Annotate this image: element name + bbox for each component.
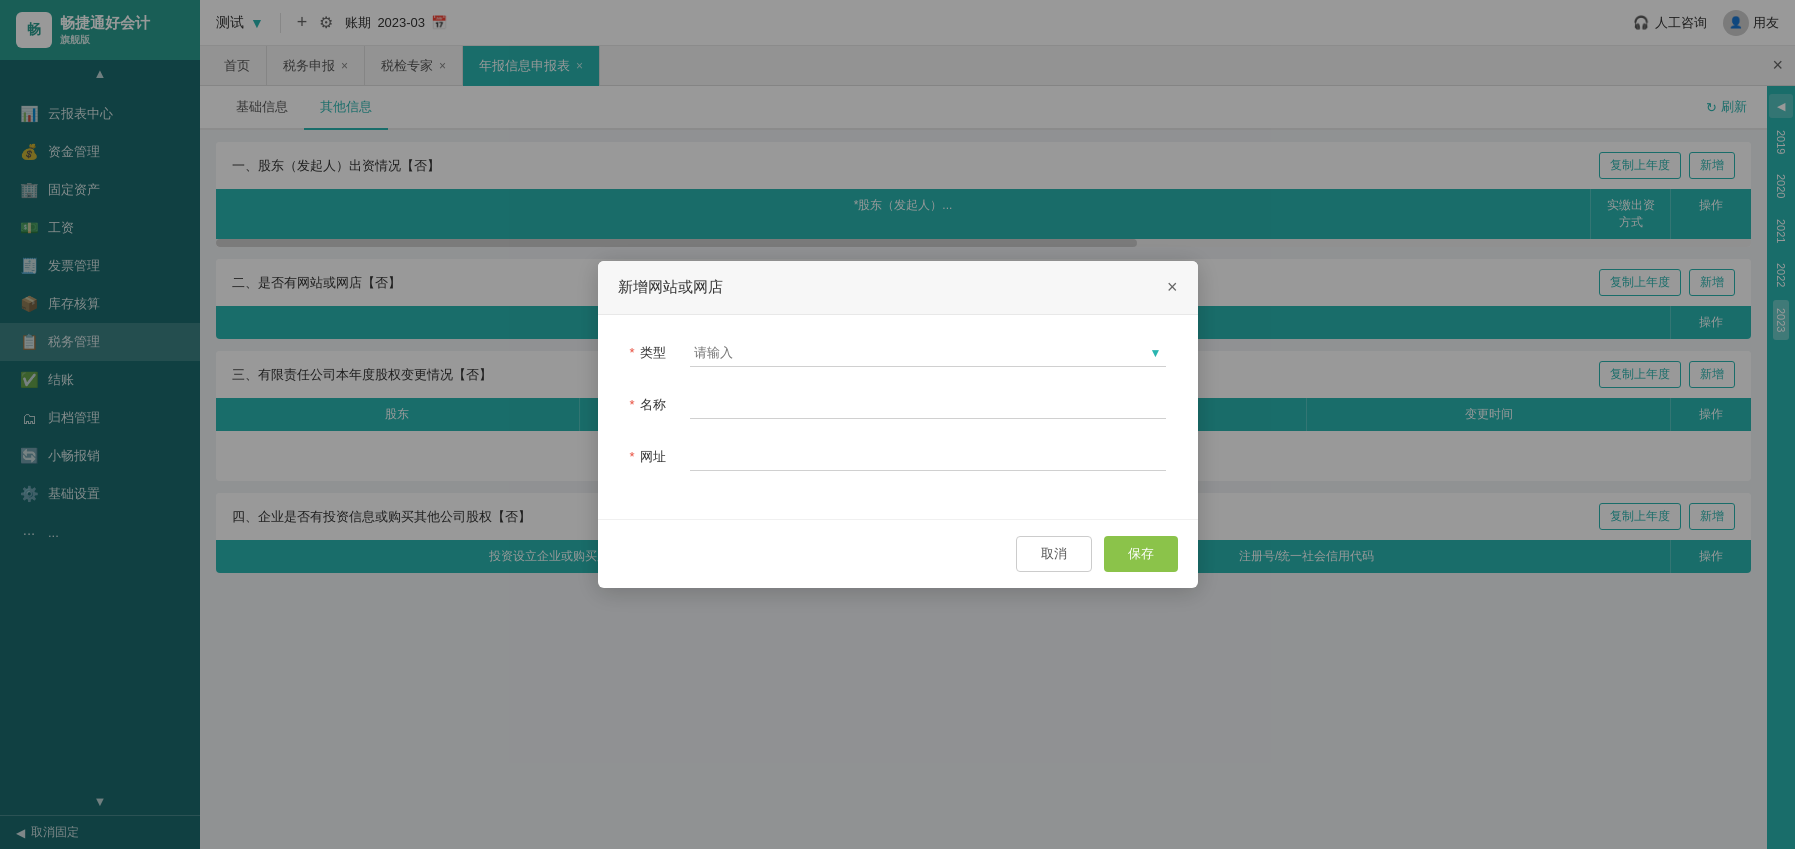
- form-field-type: * 类型 ▼: [630, 339, 1166, 367]
- save-btn[interactable]: 保存: [1104, 536, 1178, 572]
- form-type-wrapper: ▼: [690, 339, 1166, 367]
- form-label-type: * 类型: [630, 344, 690, 362]
- type-input[interactable]: [690, 339, 1166, 367]
- dialog-body: * 类型 ▼ * 名称 *: [598, 315, 1198, 519]
- dialog-footer: 取消 保存: [598, 519, 1198, 588]
- url-input[interactable]: [690, 443, 1166, 471]
- form-field-name: * 名称: [630, 391, 1166, 419]
- form-name-wrapper: [690, 391, 1166, 419]
- form-label-name: * 名称: [630, 396, 690, 414]
- dialog-header: 新增网站或网店 ×: [598, 261, 1198, 315]
- dialog-overlay: 新增网站或网店 × * 类型 ▼ * 名称: [0, 0, 1795, 849]
- add-website-dialog: 新增网站或网店 × * 类型 ▼ * 名称: [598, 261, 1198, 588]
- dialog-close-btn[interactable]: ×: [1167, 277, 1178, 298]
- dialog-title: 新增网站或网店: [618, 278, 723, 297]
- cancel-btn[interactable]: 取消: [1016, 536, 1092, 572]
- name-input[interactable]: [690, 391, 1166, 419]
- form-field-url: * 网址: [630, 443, 1166, 471]
- form-label-url: * 网址: [630, 448, 690, 466]
- form-url-wrapper: [690, 443, 1166, 471]
